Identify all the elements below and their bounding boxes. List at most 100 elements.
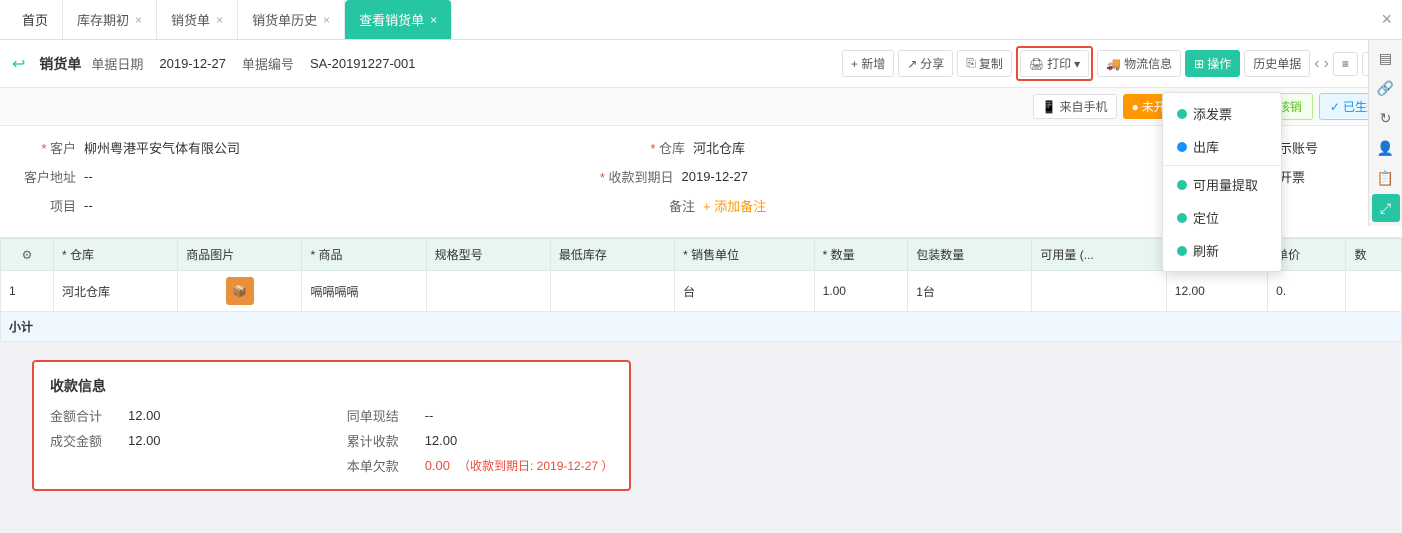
logistics-button[interactable]: 🚚 物流信息 (1097, 50, 1181, 77)
project-value: -- (84, 198, 204, 213)
dropdown-item-refresh[interactable]: 刷新 (1163, 234, 1281, 267)
tab-close-inventory-init[interactable]: × (135, 13, 142, 27)
tab-close-sales-history[interactable]: × (323, 13, 330, 27)
row-image: 📦 (178, 271, 302, 312)
dropdown-divider (1163, 165, 1281, 166)
address-label: 客户地址 (16, 167, 76, 186)
copy-button[interactable]: ⎘ 复制 (957, 50, 1012, 77)
col-pkg-qty: 包装数量 (908, 239, 1032, 271)
payment-grid: 金额合计 12.00 同单现结 -- 成交金额 12.00 累计收款 12.00 (50, 406, 613, 475)
row-qty: 1.00 (814, 271, 908, 312)
total-label: 金额合计 (50, 406, 120, 425)
grid-view-button[interactable]: ≡ (1333, 52, 1358, 76)
effective-icon: ✓ (1330, 100, 1340, 114)
tab-home[interactable]: 首页 (8, 0, 63, 39)
payment-date-label: 收款到期日 (600, 167, 674, 186)
doc-meta: 单据日期 2019-12-27 单据编号 SA-20191227-001 (91, 54, 415, 73)
tab-sales-history[interactable]: 销货单历史 × (238, 0, 345, 39)
row-pkg-qty: 1台 (908, 271, 1032, 312)
row-stock: 12.00 (1166, 271, 1267, 312)
col-spec: 规格型号 (426, 239, 550, 271)
sidebar-grid-icon[interactable]: ▤ (1372, 44, 1400, 72)
col-amount: 数 (1346, 239, 1402, 271)
locate-icon (1177, 213, 1187, 223)
dropdown-item-outbound[interactable]: 出库 (1163, 130, 1281, 163)
nav-prev-icon[interactable]: ‹ (1314, 55, 1319, 73)
sidebar-user-icon[interactable]: 👤 (1372, 134, 1400, 162)
share-icon: ↗ (907, 57, 917, 71)
history-button[interactable]: 历史单据 (1244, 50, 1310, 77)
tab-bar: 首页 库存期初 × 销货单 × 销货单历史 × 查看销货单 × × (0, 0, 1402, 40)
operation-icon: ⊞ (1194, 57, 1204, 71)
share-button[interactable]: ↗ 分享 (898, 50, 953, 77)
print-button[interactable]: 🖨 打印 ▾ (1020, 50, 1089, 77)
col-gear: ⚙ (1, 239, 54, 271)
available-qty-label: 可用量提取 (1193, 175, 1258, 194)
dropdown-item-locate[interactable]: 定位 (1163, 201, 1281, 234)
tab-view-sales-order[interactable]: 查看销货单 × (345, 0, 452, 39)
tab-sales-order[interactable]: 销货单 × (157, 0, 238, 39)
dropdown-item-add-ticket[interactable]: 添发票 (1163, 97, 1281, 130)
col-image: 商品图片 (178, 239, 302, 271)
nav-next-icon[interactable]: › (1324, 55, 1329, 73)
deal-label: 成交金额 (50, 431, 120, 450)
add-ticket-icon (1177, 109, 1187, 119)
same-order-label: 同单现结 (347, 406, 417, 425)
outbound-icon (1177, 142, 1187, 152)
sidebar-copy-icon[interactable]: 📋 (1372, 164, 1400, 192)
project-label: 项目 (16, 196, 76, 215)
available-qty-icon (1177, 180, 1187, 190)
col-available: 可用量 (... (1032, 239, 1166, 271)
from-phone-button[interactable]: 📱 来自手机 (1033, 94, 1117, 119)
sidebar-link-icon[interactable]: 🔗 (1372, 74, 1400, 102)
refresh-icon (1177, 246, 1187, 256)
tab-close-sales-order[interactable]: × (216, 13, 223, 27)
row-unit: 台 (675, 271, 815, 312)
accumulated-label: 累计收款 (347, 431, 417, 450)
col-product: * 商品 (302, 239, 426, 271)
total-row: 金额合计 12.00 (50, 406, 317, 425)
row-warehouse: 河北仓库 (54, 271, 178, 312)
col-warehouse: * 仓库 (54, 239, 178, 271)
same-order-row: 同单现结 -- (347, 406, 614, 425)
due-value: 0.00 (425, 458, 450, 473)
right-sidebar: ▤ 🔗 ↻ 👤 📋 ⤢ (1368, 40, 1402, 226)
col-unit: * 销售单位 (675, 239, 815, 271)
toolbar-right: + 新增 ↗ 分享 ⎘ 复制 🖨 打印 ▾ 🚚 物流信息 ⊞ (842, 46, 1390, 81)
sidebar-refresh-icon[interactable]: ↻ (1372, 104, 1400, 132)
deal-value: 12.00 (128, 433, 161, 448)
locate-label: 定位 (1193, 208, 1219, 227)
warehouse-label: 仓库 (625, 138, 685, 157)
table-row: 1 河北仓库 📦 嗝嗝嗝嗝 台 1.00 1台 12.00 0. (1, 271, 1402, 312)
num-label: 单据编号 (242, 54, 294, 73)
add-ticket-label: 添发票 (1193, 104, 1232, 123)
dropdown-item-available-qty[interactable]: 可用量提取 (1163, 168, 1281, 201)
payment-section: 收款信息 金额合计 12.00 同单现结 -- 成交金额 12.00 累计收款 … (0, 342, 1402, 509)
tab-inventory-init[interactable]: 库存期初 × (63, 0, 157, 39)
num-value: SA-20191227-001 (310, 56, 416, 71)
ticket-icon: ● (1132, 100, 1139, 114)
col-qty: * 数量 (814, 239, 908, 271)
subtotal-row: 小计 (1, 312, 1402, 342)
customer-label: 客户 (16, 138, 76, 157)
warehouse-value: 河北仓库 (693, 138, 813, 157)
sidebar-expand-icon[interactable]: ⤢ (1372, 194, 1400, 222)
accumulated-row: 累计收款 12.00 (347, 431, 614, 450)
new-button[interactable]: + 新增 (842, 50, 894, 77)
due-note: （收款到期日: 2019-12-27 ） (458, 457, 613, 474)
deal-row: 成交金额 12.00 (50, 431, 317, 450)
add-note-button[interactable]: + 添加备注 (703, 196, 766, 215)
row-spec (426, 271, 550, 312)
payment-date-value: 2019-12-27 (682, 169, 802, 184)
phone-icon: 📱 (1042, 100, 1057, 114)
logistics-icon: 🚚 (1106, 57, 1121, 71)
print-button-highlight: 🖨 打印 ▾ (1016, 46, 1093, 81)
window-close-icon[interactable]: × (1381, 9, 1392, 30)
doc-type-label: 销货单 (39, 54, 81, 74)
doc-title-area: ↩ 销货单 单据日期 2019-12-27 单据编号 SA-20191227-0… (12, 54, 836, 74)
tab-close-view-sales-order[interactable]: × (430, 13, 437, 27)
operation-dropdown: 添发票 出库 可用量提取 定位 刷新 (1162, 92, 1282, 272)
accumulated-value: 12.00 (425, 433, 458, 448)
operation-button[interactable]: ⊞ 操作 (1185, 50, 1240, 77)
doc-type-icon: ↩ (12, 54, 25, 74)
